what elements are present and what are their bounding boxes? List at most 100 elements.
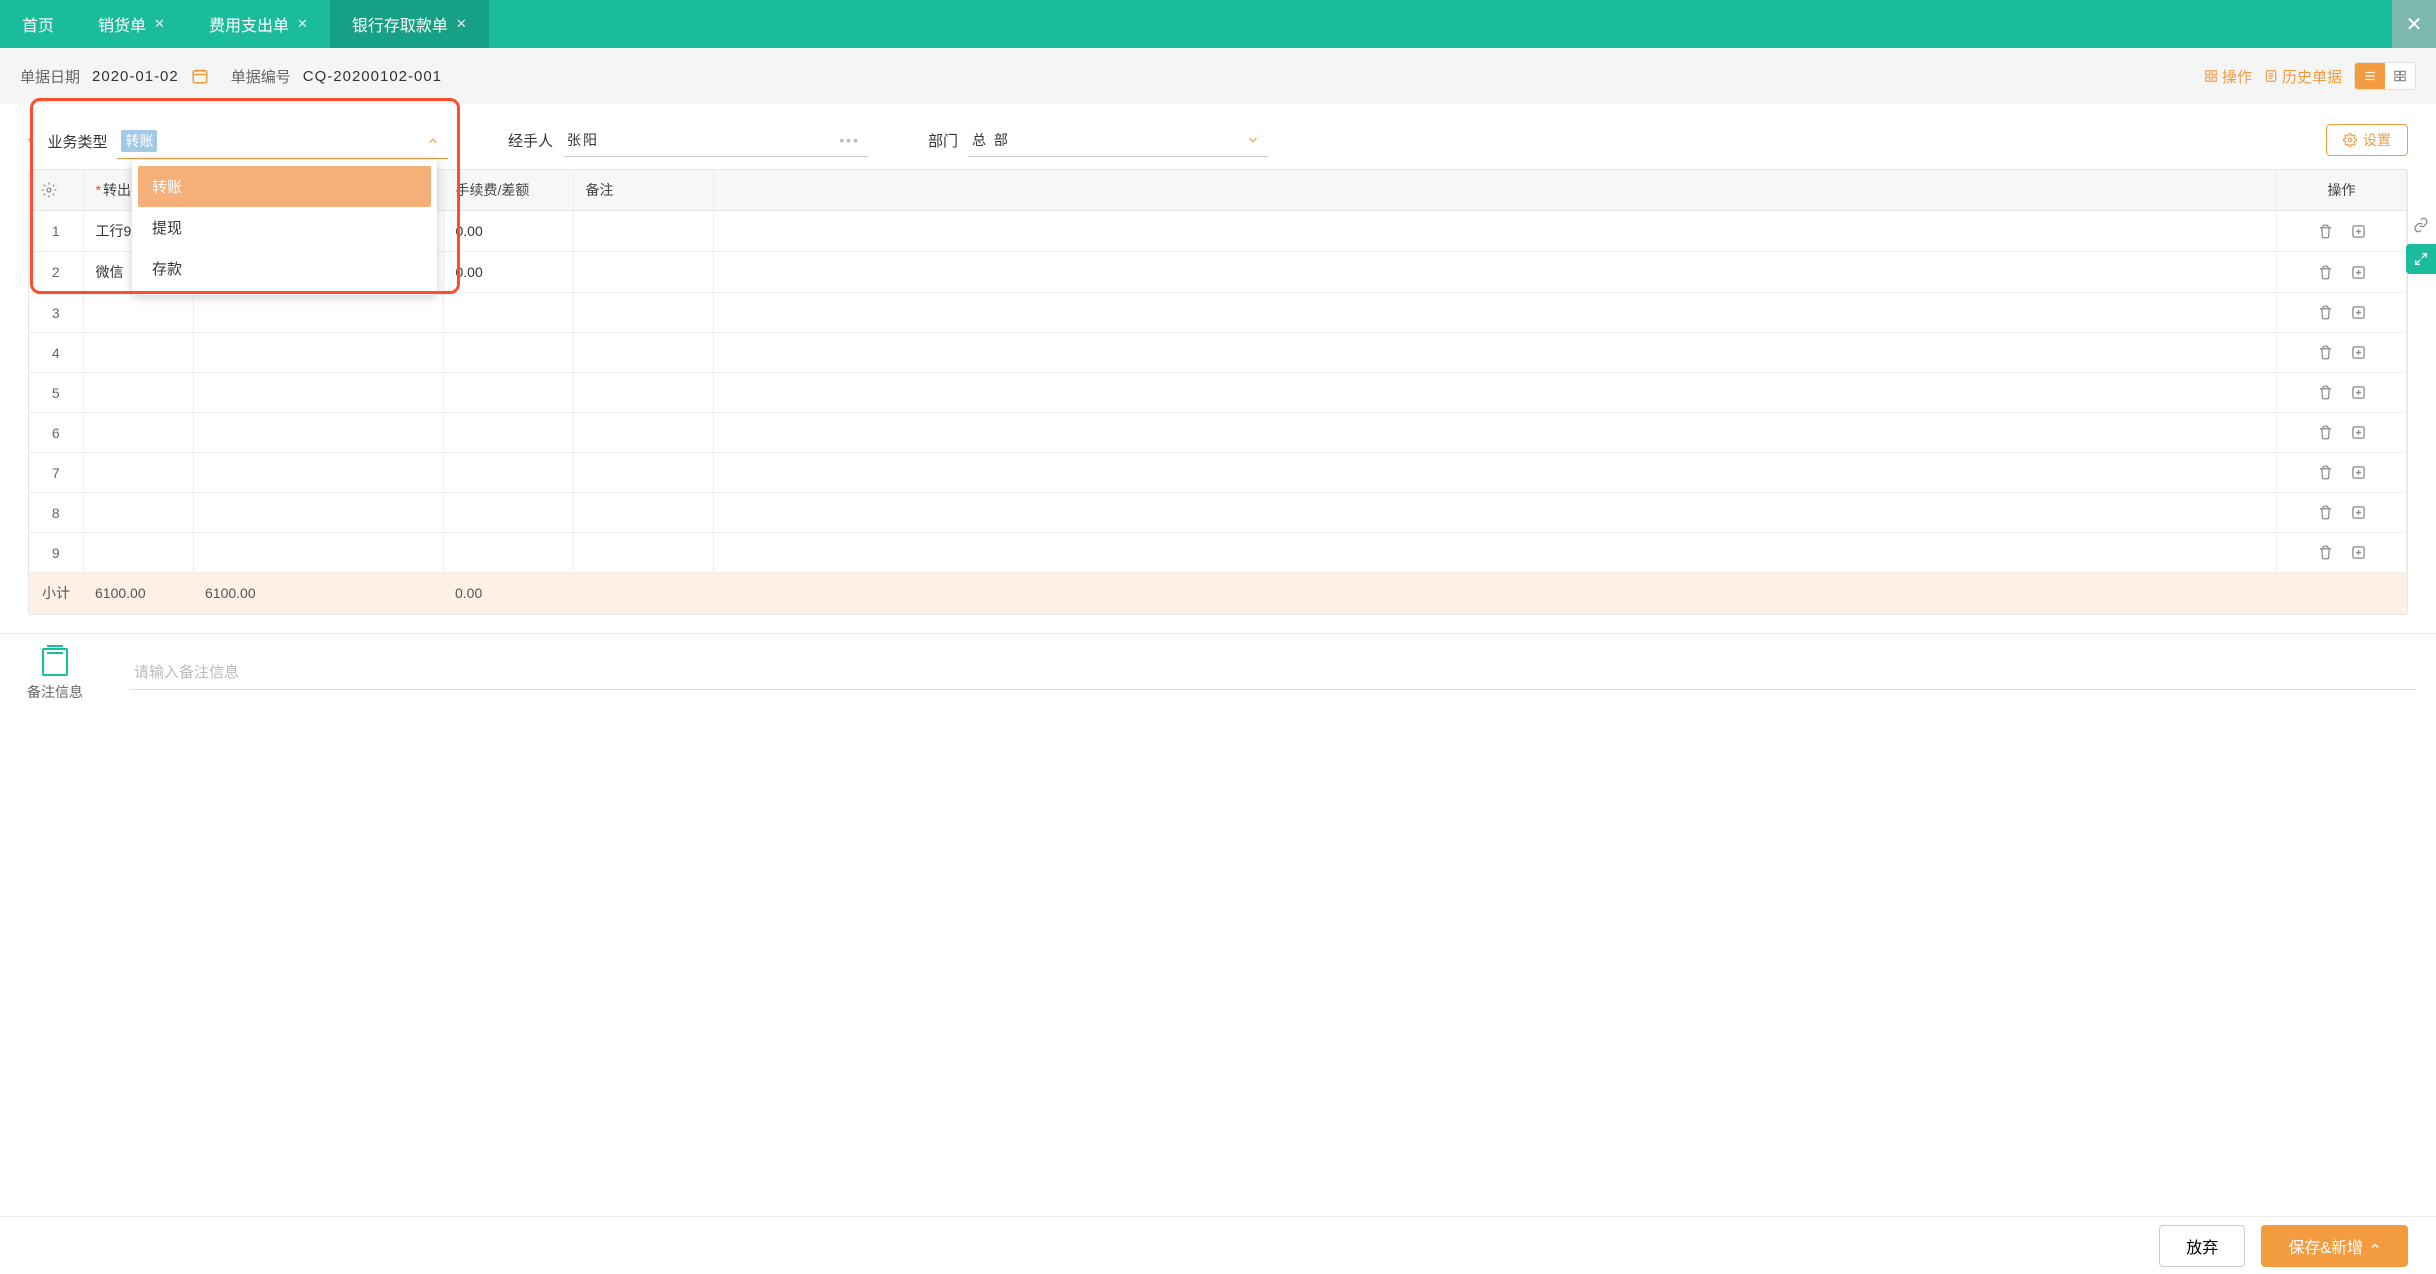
delete-row-icon[interactable] <box>2318 425 2333 440</box>
more-icon[interactable]: ••• <box>839 132 860 148</box>
dept-select[interactable]: 总 部 <box>968 124 1268 157</box>
close-icon[interactable]: ✕ <box>154 16 165 32</box>
table-row[interactable]: 4 <box>29 333 2407 373</box>
tab-expense[interactable]: 费用支出单 ✕ <box>187 0 330 48</box>
dropdown-option-deposit[interactable]: 存款 <box>138 248 431 289</box>
calendar-icon[interactable] <box>191 67 209 85</box>
row-index: 3 <box>29 293 83 333</box>
save-and-new-button[interactable]: 保存&新增 <box>2261 1225 2408 1267</box>
cell-in-amount[interactable] <box>193 293 443 333</box>
delete-row-icon[interactable] <box>2318 305 2333 320</box>
cell-fee[interactable] <box>443 453 573 493</box>
close-icon[interactable]: ✕ <box>297 16 308 32</box>
cell-in-amount[interactable] <box>193 413 443 453</box>
cell-in-amount[interactable] <box>193 493 443 533</box>
cell-remark[interactable] <box>573 333 713 373</box>
row-index: 2 <box>29 252 83 293</box>
settings-button[interactable]: 设置 <box>2326 124 2408 156</box>
dropdown-option-transfer[interactable]: 转账 <box>138 166 431 207</box>
doc-no-label: 单据编号 <box>231 66 291 87</box>
add-row-icon[interactable] <box>2351 425 2366 440</box>
delete-row-icon[interactable] <box>2318 224 2333 239</box>
required-mark: * <box>28 134 33 150</box>
cell-out-account[interactable] <box>83 333 193 373</box>
cell-actions <box>2277 252 2407 293</box>
cell-remark[interactable] <box>573 373 713 413</box>
table-row[interactable]: 9 <box>29 533 2407 573</box>
cell-fee[interactable] <box>443 533 573 573</box>
add-row-icon[interactable] <box>2351 385 2366 400</box>
row-index: 6 <box>29 413 83 453</box>
cell-out-account[interactable] <box>83 533 193 573</box>
cell-remark[interactable] <box>573 453 713 493</box>
cell-remark[interactable] <box>573 493 713 533</box>
cell-out-account[interactable] <box>83 453 193 493</box>
row-index: 7 <box>29 453 83 493</box>
handler-input[interactable]: 张阳 ••• <box>563 124 868 157</box>
add-row-icon[interactable] <box>2351 265 2366 280</box>
cell-in-amount[interactable] <box>193 453 443 493</box>
table-row[interactable]: 8 <box>29 493 2407 533</box>
cell-out-account[interactable] <box>83 293 193 333</box>
delete-row-icon[interactable] <box>2318 265 2333 280</box>
add-row-icon[interactable] <box>2351 465 2366 480</box>
view-list-icon[interactable] <box>2355 63 2385 89</box>
view-card-icon[interactable] <box>2385 63 2415 89</box>
note-icon <box>42 648 68 676</box>
dropdown-option-withdraw[interactable]: 提现 <box>138 207 431 248</box>
delete-row-icon[interactable] <box>2318 345 2333 360</box>
table-row[interactable]: 6 <box>29 413 2407 453</box>
delete-row-icon[interactable] <box>2318 505 2333 520</box>
cell-fee[interactable] <box>443 293 573 333</box>
delete-row-icon[interactable] <box>2318 385 2333 400</box>
expand-icon[interactable] <box>2406 244 2436 274</box>
cell-remark[interactable] <box>573 533 713 573</box>
actions-button[interactable]: 操作 <box>2204 66 2252 87</box>
tab-bank-transfer[interactable]: 银行存取款单 ✕ <box>330 0 489 48</box>
link-icon[interactable] <box>2406 210 2436 240</box>
biz-type-select[interactable]: 转账 <box>117 124 448 159</box>
cell-fee[interactable]: 0.00 <box>443 252 573 293</box>
cell-remark[interactable] <box>573 293 713 333</box>
cell-actions <box>2277 413 2407 453</box>
date-value[interactable]: 2020-01-02 <box>92 68 179 85</box>
cell-in-amount[interactable] <box>193 333 443 373</box>
cell-fee[interactable] <box>443 373 573 413</box>
cancel-button[interactable]: 放弃 <box>2159 1225 2245 1267</box>
delete-row-icon[interactable] <box>2318 545 2333 560</box>
tab-home[interactable]: 首页 <box>0 0 76 48</box>
add-row-icon[interactable] <box>2351 305 2366 320</box>
cell-out-account[interactable] <box>83 413 193 453</box>
add-row-icon[interactable] <box>2351 224 2366 239</box>
cell-remark[interactable] <box>573 211 713 252</box>
cell-fee[interactable] <box>443 493 573 533</box>
close-all-button[interactable]: ✕ <box>2392 0 2436 48</box>
cell-in-amount[interactable] <box>193 533 443 573</box>
table-row[interactable]: 5 <box>29 373 2407 413</box>
table-row[interactable]: 3 <box>29 293 2407 333</box>
cell-fee[interactable] <box>443 333 573 373</box>
cell-remark[interactable] <box>573 252 713 293</box>
add-row-icon[interactable] <box>2351 505 2366 520</box>
cell-actions <box>2277 533 2407 573</box>
top-tab-bar: 首页 销货单 ✕ 费用支出单 ✕ 银行存取款单 ✕ ✕ <box>0 0 2436 48</box>
actions-label: 操作 <box>2222 66 2252 87</box>
cell-fee[interactable]: 0.00 <box>443 211 573 252</box>
add-row-icon[interactable] <box>2351 345 2366 360</box>
remark-input[interactable] <box>130 656 2416 690</box>
column-settings[interactable] <box>29 170 83 211</box>
col-fee: 手续费/差额 <box>443 170 573 211</box>
cell-remark[interactable] <box>573 413 713 453</box>
delete-row-icon[interactable] <box>2318 465 2333 480</box>
cell-fee[interactable] <box>443 413 573 453</box>
cell-in-amount[interactable] <box>193 373 443 413</box>
close-icon[interactable]: ✕ <box>456 16 467 32</box>
add-row-icon[interactable] <box>2351 545 2366 560</box>
table-row[interactable]: 7 <box>29 453 2407 493</box>
cell-actions <box>2277 493 2407 533</box>
dept-label: 部门 <box>928 130 958 151</box>
cell-out-account[interactable] <box>83 493 193 533</box>
history-button[interactable]: 历史单据 <box>2264 66 2342 87</box>
cell-out-account[interactable] <box>83 373 193 413</box>
tab-sales[interactable]: 销货单 ✕ <box>76 0 187 48</box>
